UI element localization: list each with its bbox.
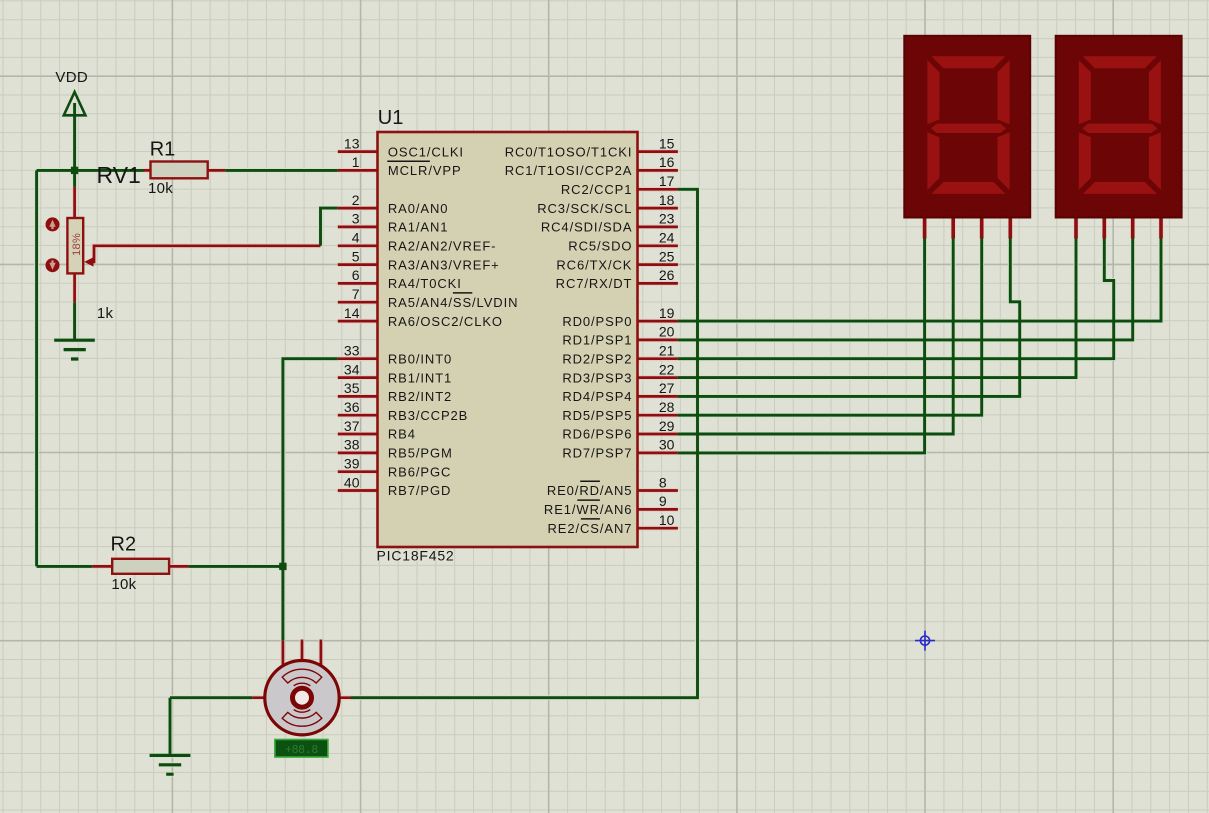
svg-text:6: 6 (352, 267, 360, 283)
svg-text:RV1: RV1 (97, 162, 141, 188)
svg-text:19: 19 (659, 305, 675, 321)
svg-text:35: 35 (344, 380, 360, 396)
svg-text:4: 4 (352, 230, 360, 246)
svg-text:37: 37 (344, 418, 360, 434)
svg-text:2: 2 (352, 192, 360, 208)
svg-text:RD0/PSP0: RD0/PSP0 (562, 314, 632, 329)
svg-text:1k: 1k (97, 305, 114, 322)
svg-text:38: 38 (344, 437, 360, 453)
svg-text:30: 30 (659, 437, 675, 453)
svg-text:10: 10 (659, 512, 675, 528)
svg-text:RE1/WR/AN6: RE1/WR/AN6 (544, 502, 632, 517)
svg-text:36: 36 (344, 399, 360, 415)
svg-text:RD7/PSP7: RD7/PSP7 (562, 446, 632, 461)
svg-text:R1: R1 (150, 139, 176, 161)
svg-text:23: 23 (659, 211, 675, 227)
svg-text:29: 29 (659, 418, 675, 434)
svg-text:5: 5 (352, 248, 360, 264)
svg-text:RD3/PSP3: RD3/PSP3 (562, 370, 632, 385)
svg-text:PIC18F452: PIC18F452 (377, 548, 455, 564)
svg-text:RB5/PGM: RB5/PGM (388, 446, 453, 461)
svg-text:14: 14 (344, 305, 360, 321)
svg-text:RC0/T1OSO/T1CKI: RC0/T1OSO/T1CKI (505, 144, 633, 159)
svg-text:RE0/RD/AN5: RE0/RD/AN5 (547, 483, 633, 498)
svg-text:RA0/AN0: RA0/AN0 (388, 201, 449, 216)
svg-text:13: 13 (344, 135, 360, 151)
svg-text:24: 24 (659, 230, 675, 246)
svg-text:RB1/INT1: RB1/INT1 (388, 370, 452, 385)
svg-text:R2: R2 (111, 533, 137, 555)
svg-text:25: 25 (659, 248, 675, 264)
svg-text:20: 20 (659, 324, 675, 340)
svg-text:18: 18 (659, 192, 675, 208)
svg-text:3: 3 (352, 211, 360, 227)
svg-text:1: 1 (352, 154, 360, 170)
svg-text:7: 7 (352, 286, 360, 302)
svg-text:RB7/PGD: RB7/PGD (388, 483, 451, 498)
svg-text:39: 39 (344, 456, 360, 472)
svg-text:9: 9 (659, 493, 667, 509)
svg-text:17: 17 (659, 173, 675, 189)
svg-text:U1: U1 (378, 107, 404, 129)
svg-text:RC5/SDO: RC5/SDO (568, 239, 632, 254)
svg-text:RC4/SDI/SDA: RC4/SDI/SDA (541, 220, 633, 235)
svg-text:10k: 10k (148, 180, 173, 197)
svg-text:VDD: VDD (55, 69, 88, 86)
svg-text:RC6/TX/CK: RC6/TX/CK (556, 257, 632, 272)
svg-text:RD5/PSP5: RD5/PSP5 (562, 408, 632, 423)
svg-text:15: 15 (659, 135, 675, 151)
svg-text:8: 8 (659, 474, 667, 490)
svg-text:RA1/AN1: RA1/AN1 (388, 220, 449, 235)
svg-text:22: 22 (659, 361, 675, 377)
svg-text:10k: 10k (111, 576, 136, 593)
svg-text:26: 26 (659, 267, 675, 283)
svg-text:RD6/PSP6: RD6/PSP6 (562, 427, 632, 442)
svg-text:RB3/CCP2B: RB3/CCP2B (388, 408, 468, 423)
svg-text:27: 27 (659, 380, 675, 396)
svg-text:RE2/CS/AN7: RE2/CS/AN7 (548, 521, 633, 536)
svg-text:RB0/INT0: RB0/INT0 (388, 351, 452, 366)
svg-text:21: 21 (659, 343, 675, 359)
svg-text:MCLR/VPP: MCLR/VPP (388, 163, 462, 178)
svg-text:RB4: RB4 (388, 427, 416, 442)
svg-text:RD1/PSP1: RD1/PSP1 (562, 333, 632, 348)
svg-text:RA6/OSC2/CLKO: RA6/OSC2/CLKO (388, 314, 503, 329)
svg-text:RC7/RX/DT: RC7/RX/DT (556, 276, 633, 291)
svg-text:RB6/PGC: RB6/PGC (388, 464, 451, 479)
svg-text:RA4/T0CKI: RA4/T0CKI (388, 276, 462, 291)
svg-text:33: 33 (344, 343, 360, 359)
svg-text:RA3/AN3/VREF+: RA3/AN3/VREF+ (388, 257, 500, 272)
svg-text:RD2/PSP2: RD2/PSP2 (562, 351, 632, 366)
svg-text:RD4/PSP4: RD4/PSP4 (562, 389, 632, 404)
svg-text:34: 34 (344, 361, 360, 377)
svg-text:RB2/INT2: RB2/INT2 (388, 389, 452, 404)
svg-text:RA5/AN4/SS/LVDIN: RA5/AN4/SS/LVDIN (388, 295, 518, 310)
svg-text:+88.8: +88.8 (285, 744, 318, 757)
svg-text:RC2/CCP1: RC2/CCP1 (561, 182, 633, 197)
svg-text:RC1/T1OSI/CCP2A: RC1/T1OSI/CCP2A (505, 163, 633, 178)
svg-text:18%: 18% (71, 233, 83, 256)
svg-text:40: 40 (344, 474, 360, 490)
svg-text:28: 28 (659, 399, 675, 415)
svg-text:OSC1/CLKI: OSC1/CLKI (388, 144, 464, 159)
svg-text:16: 16 (659, 154, 675, 170)
svg-text:RA2/AN2/VREF-: RA2/AN2/VREF- (388, 239, 497, 254)
svg-text:RC3/SCK/SCL: RC3/SCK/SCL (537, 201, 632, 216)
